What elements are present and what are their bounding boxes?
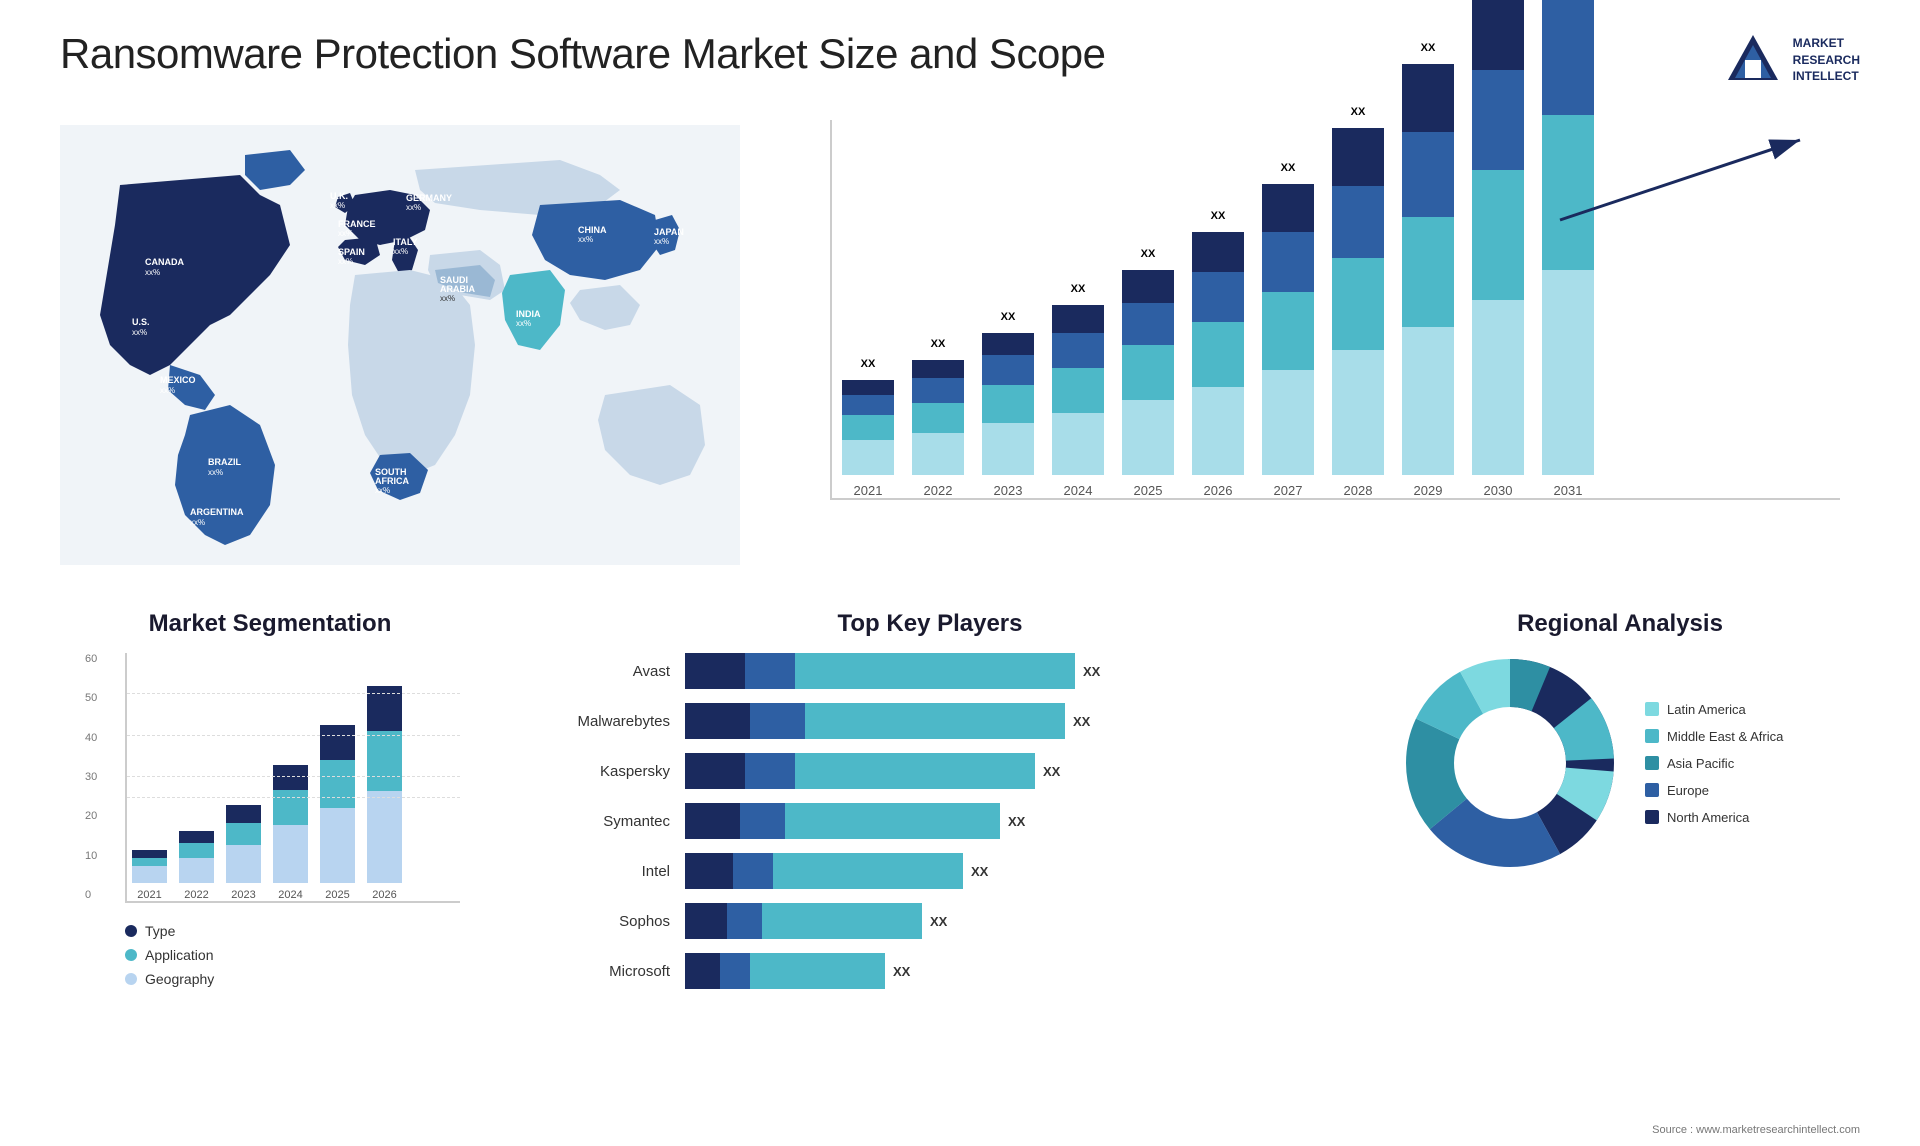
- svg-text:xx%: xx%: [440, 294, 455, 303]
- legend-geography: Geography: [125, 971, 460, 987]
- top-section: CANADA xx% U.S. xx% MEXICO xx% BRAZIL xx…: [60, 110, 1860, 580]
- segmentation-section: Market Segmentation 0 10 20 30 40 50 60: [60, 600, 480, 1030]
- bar-chart: XX 2021 XX: [770, 110, 1860, 580]
- player-avast: Avast XX: [530, 653, 1330, 689]
- logo-text: MARKETRESEARCHINTELLECT: [1793, 35, 1860, 85]
- us-label: U.S.: [132, 317, 150, 327]
- world-map: CANADA xx% U.S. xx% MEXICO xx% BRAZIL xx…: [60, 110, 740, 580]
- legend-application: Application: [125, 947, 460, 963]
- player-symantec: Symantec XX: [530, 803, 1330, 839]
- donut-area: Latin America Middle East & Africa Asia …: [1400, 653, 1840, 873]
- mexico-label: MEXICO: [160, 375, 196, 385]
- canada-label: CANADA: [145, 257, 184, 267]
- player-sophos: Sophos XX: [530, 903, 1330, 939]
- svg-text:xx%: xx%: [145, 268, 160, 277]
- bar-2025: XX 2025: [1122, 270, 1174, 498]
- legend-middle-east-africa: Middle East & Africa: [1645, 729, 1783, 744]
- svg-text:xx%: xx%: [208, 468, 223, 477]
- svg-text:ARABIA: ARABIA: [440, 284, 475, 294]
- bar-2021: XX 2021: [842, 380, 894, 498]
- page-title: Ransomware Protection Software Market Si…: [60, 30, 1106, 78]
- logo-icon: [1723, 30, 1783, 90]
- player-kaspersky: Kaspersky XX: [530, 753, 1330, 789]
- bar-2023: XX 2023: [982, 333, 1034, 498]
- bar-2029: XX 2029: [1402, 64, 1454, 498]
- legend-asia-pacific: Asia Pacific: [1645, 756, 1783, 771]
- svg-text:xx%: xx%: [375, 486, 390, 495]
- svg-text:xx%: xx%: [132, 328, 147, 337]
- india-label: INDIA: [516, 309, 541, 319]
- segmentation-title: Market Segmentation: [80, 610, 460, 638]
- japan-label: JAPAN: [654, 227, 684, 237]
- bottom-section: Market Segmentation 0 10 20 30 40 50 60: [60, 600, 1860, 1030]
- seg-legend: Type Application Geography: [80, 923, 460, 987]
- uk-label: U.K.: [330, 191, 348, 201]
- donut-chart: [1400, 653, 1620, 873]
- bar-2024: XX 2024: [1052, 305, 1104, 498]
- page-container: Ransomware Protection Software Market Si…: [0, 0, 1920, 1146]
- legend-north-america: North America: [1645, 810, 1783, 825]
- svg-text:xx%: xx%: [406, 203, 421, 212]
- bar-2030: XX 2030: [1472, 0, 1524, 498]
- spain-label: SPAIN: [338, 247, 365, 257]
- legend-europe: Europe: [1645, 783, 1783, 798]
- player-malwarebytes: Malwarebytes XX: [530, 703, 1330, 739]
- regional-section: Regional Analysis: [1380, 600, 1860, 1030]
- svg-text:xx%: xx%: [190, 518, 205, 527]
- regional-legend: Latin America Middle East & Africa Asia …: [1645, 702, 1783, 825]
- france-label: FRANCE: [338, 219, 376, 229]
- legend-latin-america: Latin America: [1645, 702, 1783, 717]
- brazil-label: BRAZIL: [208, 457, 241, 467]
- svg-text:xx%: xx%: [393, 247, 408, 256]
- china-label: CHINA: [578, 225, 607, 235]
- svg-text:xx%: xx%: [578, 235, 593, 244]
- svg-text:xx%: xx%: [330, 201, 345, 210]
- players-section: Top Key Players Avast XX Malwarebytes: [500, 600, 1360, 1030]
- players-list: Avast XX Malwarebytes: [530, 653, 1330, 989]
- svg-text:xx%: xx%: [654, 237, 669, 246]
- svg-text:xx%: xx%: [516, 319, 531, 328]
- bar-2022: XX 2022: [912, 360, 964, 498]
- logo-container: MARKETRESEARCHINTELLECT: [1723, 30, 1860, 90]
- players-title: Top Key Players: [530, 610, 1330, 638]
- world-map-svg: CANADA xx% U.S. xx% MEXICO xx% BRAZIL xx…: [60, 110, 740, 580]
- italy-label: ITALY: [393, 237, 418, 247]
- svg-text:xx%: xx%: [338, 257, 353, 266]
- svg-text:AFRICA: AFRICA: [375, 476, 409, 486]
- player-intel: Intel XX: [530, 853, 1330, 889]
- bar-2028: XX 2028: [1332, 128, 1384, 498]
- argentina-label: ARGENTINA: [190, 507, 244, 517]
- germany-label: GERMANY: [406, 193, 452, 203]
- legend-type: Type: [125, 923, 460, 939]
- regional-title: Regional Analysis: [1400, 610, 1840, 638]
- bar-2026: XX 2026: [1192, 232, 1244, 498]
- trend-arrow: [1540, 130, 1820, 230]
- seg-chart-area: 0 10 20 30 40 50 60: [125, 653, 460, 903]
- player-microsoft: Microsoft XX: [530, 953, 1330, 989]
- svg-text:xx%: xx%: [160, 386, 175, 395]
- bar-2031: XX 2031: [1542, 0, 1594, 498]
- svg-text:xx%: xx%: [338, 229, 353, 238]
- source-text: Source : www.marketresearchintellect.com: [1652, 1124, 1860, 1136]
- bar-2027: XX 2027: [1262, 184, 1314, 498]
